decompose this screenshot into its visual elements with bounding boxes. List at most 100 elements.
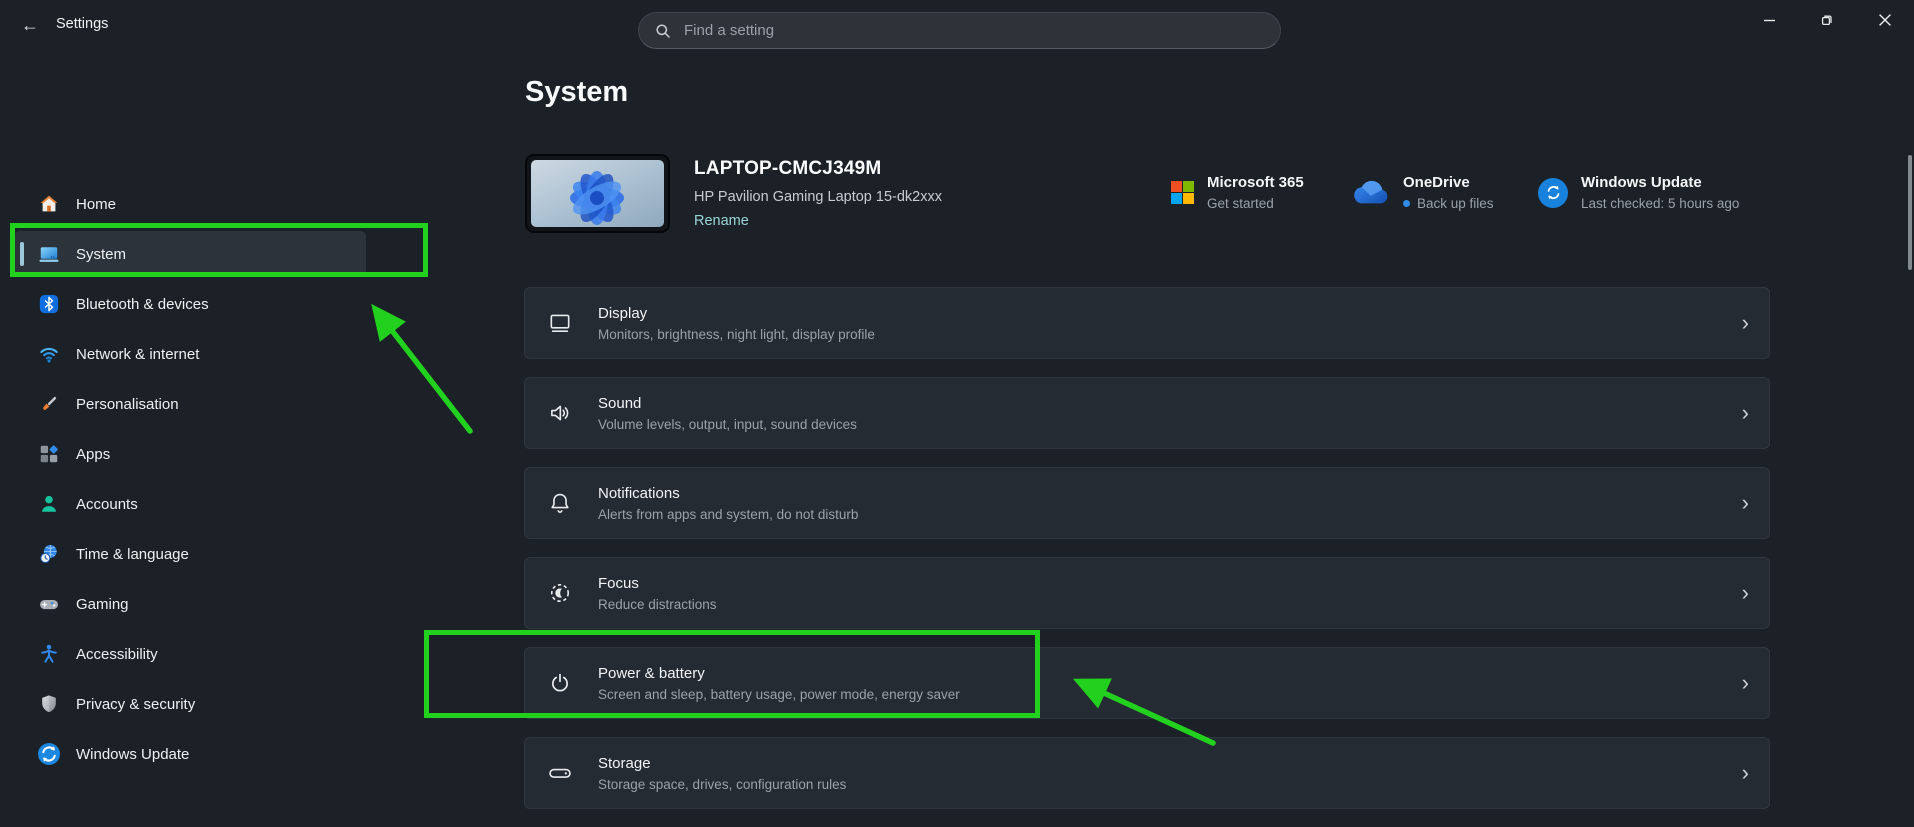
device-model: HP Pavilion Gaming Laptop 15-dk2xxx [694, 189, 942, 205]
focus-icon [546, 579, 574, 607]
sidebar-item-windows-update[interactable]: Windows Update [14, 731, 366, 777]
card-subtitle: Get started [1207, 196, 1274, 211]
row-title: Focus [598, 574, 639, 592]
sidebar-item-accessibility[interactable]: Accessibility [14, 631, 366, 677]
sidebar-item-personalisation[interactable]: Personalisation [14, 381, 366, 427]
device-wallpaper [531, 160, 664, 227]
back-button[interactable]: ← [12, 9, 48, 41]
attention-dot [1403, 200, 1410, 207]
restore-icon [1821, 15, 1832, 26]
row-subtitle: Monitors, brightness, night light, displ… [598, 326, 875, 342]
display-icon [546, 309, 574, 337]
selected-indicator [20, 242, 24, 266]
sidebar-nav: Home System Bluetooth & devices Network … [14, 181, 366, 781]
rename-link[interactable]: Rename [694, 213, 942, 229]
annotation-arrow-system [371, 303, 473, 434]
chevron-right-icon: › [1741, 670, 1749, 695]
globe-clock-icon [38, 543, 60, 565]
settings-list: Display Monitors, brightness, night ligh… [524, 287, 1770, 827]
row-sound[interactable]: Sound Volume levels, output, input, soun… [524, 377, 1770, 449]
chevron-right-icon: › [1741, 490, 1749, 515]
row-title: Sound [598, 394, 642, 412]
device-thumbnail [525, 154, 670, 233]
minimize-icon [1763, 19, 1775, 21]
sidebar-item-label: Time & language [76, 545, 189, 563]
row-subtitle: Alerts from apps and system, do not dist… [598, 506, 859, 522]
search-icon [655, 23, 671, 39]
page-title: System [525, 76, 629, 109]
card-subtitle: Back up files [1403, 196, 1494, 211]
apps-grid-icon [38, 443, 60, 465]
scrollbar-thumb[interactable] [1908, 155, 1912, 270]
row-subtitle: Volume levels, output, input, sound devi… [598, 416, 857, 432]
card-windows-update[interactable]: Windows Update Last checked: 5 hours ago [1538, 174, 1739, 211]
sidebar-item-label: Windows Update [76, 745, 190, 763]
chevron-right-icon: › [1741, 760, 1749, 785]
restore-button[interactable] [1798, 0, 1856, 40]
card-onedrive[interactable]: OneDrive Back up files [1350, 174, 1494, 211]
shield-icon [38, 693, 60, 715]
chevron-right-icon: › [1741, 310, 1749, 335]
sidebar-item-home[interactable]: Home [14, 181, 366, 227]
wifi-icon [38, 343, 60, 365]
sidebar-item-gaming[interactable]: Gaming [14, 581, 366, 627]
sidebar-item-label: Bluetooth & devices [76, 295, 209, 313]
bluetooth-icon [38, 293, 60, 315]
search-box[interactable] [638, 12, 1281, 49]
sidebar-item-label: Accessibility [76, 645, 158, 663]
sidebar-item-privacy-security[interactable]: Privacy & security [14, 681, 366, 727]
sidebar-item-bluetooth-devices[interactable]: Bluetooth & devices [14, 281, 366, 327]
chevron-right-icon: › [1741, 580, 1749, 605]
sidebar-item-time-language[interactable]: Time & language [14, 531, 366, 577]
device-info: LAPTOP-CMCJ349M HP Pavilion Gaming Lapto… [694, 158, 942, 229]
sidebar-item-label: System [76, 245, 127, 263]
sidebar-item-network-internet[interactable]: Network & internet [14, 331, 366, 377]
chevron-right-icon: › [1741, 400, 1749, 425]
row-storage[interactable]: Storage Storage space, drives, configura… [524, 737, 1770, 809]
sidebar-item-label: Accounts [76, 495, 138, 513]
row-subtitle: Storage space, drives, configuration rul… [598, 776, 847, 792]
row-title: Storage [598, 754, 651, 772]
sidebar-item-label: Network & internet [76, 345, 200, 363]
paintbrush-icon [38, 393, 60, 415]
sidebar-item-label: Personalisation [76, 395, 179, 413]
row-subtitle: Screen and sleep, battery usage, power m… [598, 686, 960, 702]
device-name: LAPTOP-CMCJ349M [694, 158, 882, 179]
sidebar-item-label: Privacy & security [76, 695, 196, 713]
microsoft-logo-icon [1171, 181, 1194, 204]
gamepad-icon [38, 593, 60, 615]
row-title: Notifications [598, 484, 680, 502]
sidebar-item-system[interactable]: System [14, 231, 366, 277]
windows-update-icon [1538, 177, 1568, 208]
card-title: Microsoft 365 [1207, 174, 1304, 191]
card-microsoft-365[interactable]: Microsoft 365 Get started [1171, 174, 1304, 211]
sound-icon [546, 399, 574, 427]
bell-icon [546, 489, 574, 517]
card-title: OneDrive [1403, 174, 1470, 191]
row-subtitle: Reduce distractions [598, 596, 717, 612]
window-controls [1740, 0, 1914, 40]
storage-drive-icon [546, 759, 574, 787]
windows-update-icon [38, 743, 60, 765]
power-icon [546, 669, 574, 697]
onedrive-cloud-icon [1350, 179, 1390, 206]
close-icon [1879, 14, 1891, 26]
person-icon [38, 493, 60, 515]
sidebar-item-apps[interactable]: Apps [14, 431, 366, 477]
system-icon [38, 243, 60, 265]
row-notifications[interactable]: Notifications Alerts from apps and syste… [524, 467, 1770, 539]
card-title: Windows Update [1581, 174, 1702, 191]
sidebar-item-label: Apps [76, 445, 111, 463]
app-title: Settings [56, 16, 109, 32]
close-button[interactable] [1856, 0, 1914, 40]
back-arrow-icon: ← [21, 14, 39, 35]
minimize-button[interactable] [1740, 0, 1798, 40]
row-title: Display [598, 304, 648, 322]
search-input[interactable] [682, 21, 1264, 40]
sidebar-item-accounts[interactable]: Accounts [14, 481, 366, 527]
accessibility-person-icon [38, 643, 60, 665]
row-display[interactable]: Display Monitors, brightness, night ligh… [524, 287, 1770, 359]
card-subtitle: Last checked: 5 hours ago [1581, 196, 1740, 211]
row-power-battery[interactable]: Power & battery Screen and sleep, batter… [524, 647, 1770, 719]
row-focus[interactable]: Focus Reduce distractions › [524, 557, 1770, 629]
